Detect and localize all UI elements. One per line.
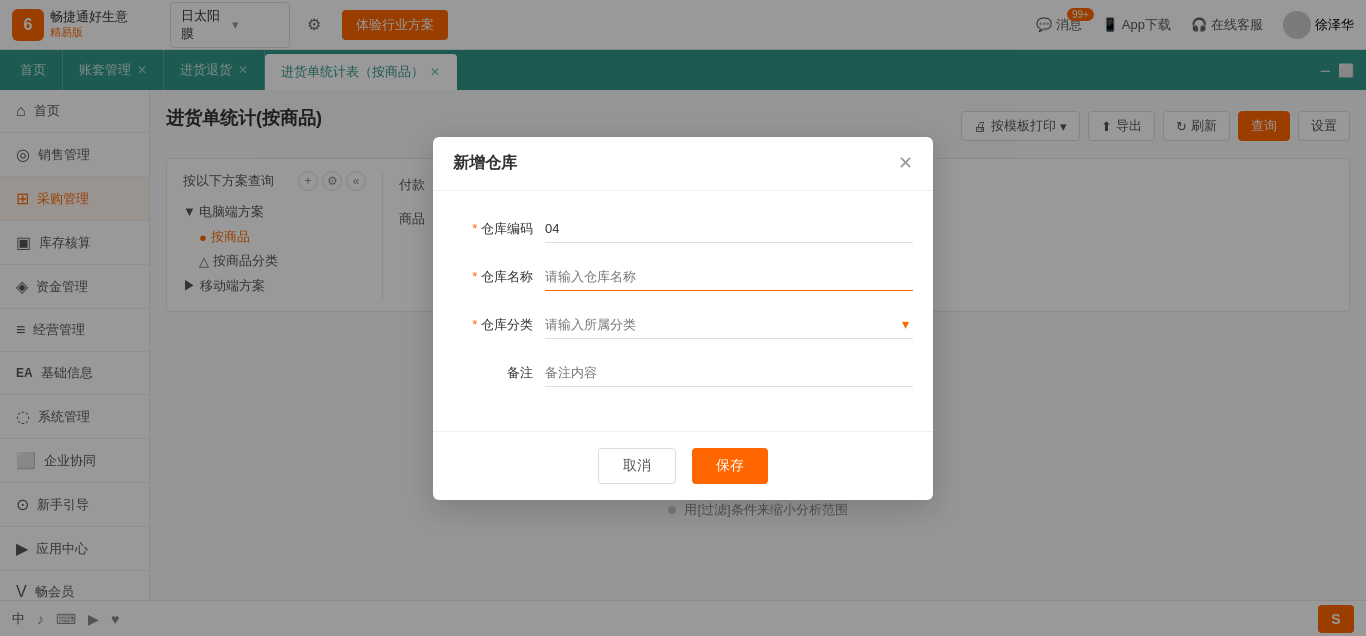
warehouse-category-label: 仓库分类 — [453, 316, 533, 334]
modal-overlay[interactable]: 新增仓库 ✕ 仓库编码 仓库名称 仓库分类 ▾ — [0, 0, 1366, 636]
modal-footer: 取消 保存 — [433, 431, 933, 500]
cancel-button[interactable]: 取消 — [598, 448, 676, 484]
warehouse-category-input[interactable] — [545, 311, 913, 338]
modal-dialog: 新增仓库 ✕ 仓库编码 仓库名称 仓库分类 ▾ — [433, 137, 933, 500]
category-dropdown-icon: ▾ — [902, 316, 909, 332]
warehouse-code-label: 仓库编码 — [453, 220, 533, 238]
warehouse-name-input[interactable] — [545, 263, 913, 291]
modal-close-icon[interactable]: ✕ — [898, 154, 913, 172]
form-row-name: 仓库名称 — [453, 263, 913, 291]
remark-input[interactable] — [545, 359, 913, 387]
remark-label: 备注 — [453, 364, 533, 382]
warehouse-code-input[interactable] — [545, 215, 913, 243]
warehouse-category-wrapper: ▾ — [545, 311, 913, 339]
modal-body: 仓库编码 仓库名称 仓库分类 ▾ 备注 — [433, 191, 933, 431]
form-row-remark: 备注 — [453, 359, 913, 387]
save-button[interactable]: 保存 — [692, 448, 768, 484]
form-row-category: 仓库分类 ▾ — [453, 311, 913, 339]
warehouse-name-label: 仓库名称 — [453, 268, 533, 286]
form-row-code: 仓库编码 — [453, 215, 913, 243]
modal-title: 新增仓库 — [453, 153, 517, 174]
modal-header: 新增仓库 ✕ — [433, 137, 933, 191]
